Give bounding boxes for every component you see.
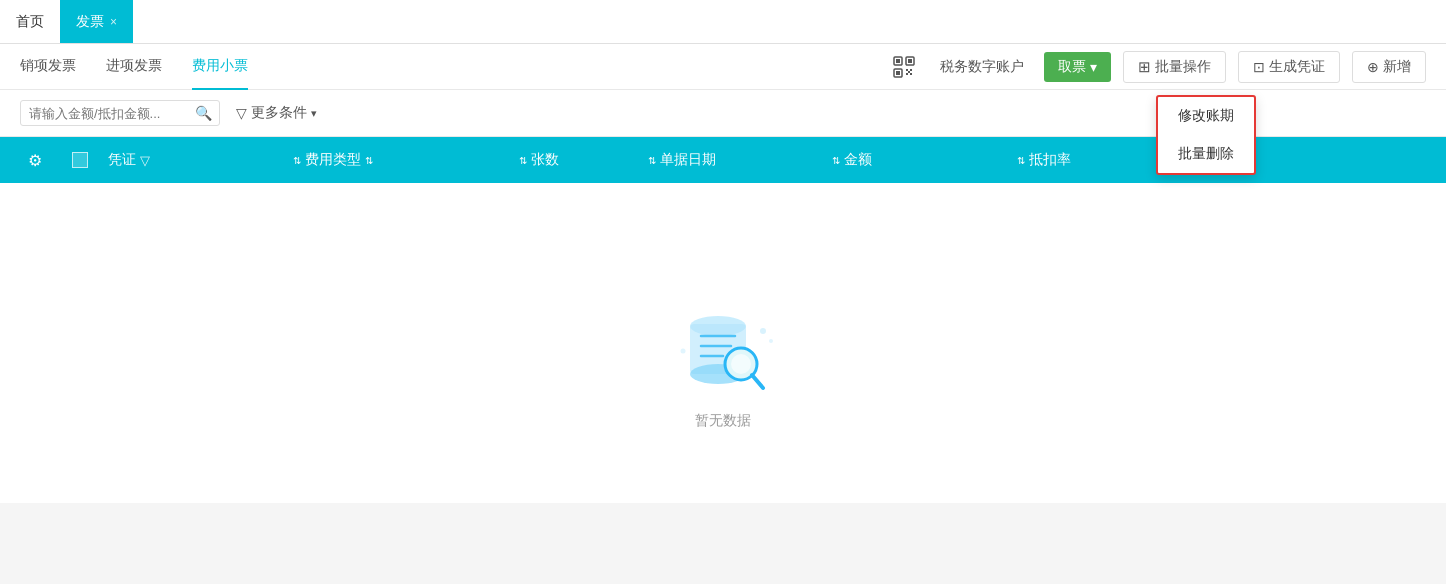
filter-funnel-icon: ▽ bbox=[236, 105, 247, 121]
tab-sales-invoice[interactable]: 销项发票 bbox=[20, 44, 76, 90]
expense-type-sort[interactable]: ⇅ bbox=[365, 155, 373, 166]
date-sort[interactable]: ⇅ bbox=[648, 155, 656, 166]
search-icon: 🔍 bbox=[195, 105, 212, 121]
invoice-tab[interactable]: 发票 × bbox=[60, 0, 133, 43]
svg-rect-9 bbox=[910, 73, 912, 75]
count-sort[interactable]: ⇅ bbox=[519, 155, 527, 166]
gear-icon[interactable]: ⚙ bbox=[28, 151, 42, 170]
search-input-wrap[interactable]: 🔍 bbox=[20, 100, 220, 126]
more-filters-arrow: ▾ bbox=[311, 107, 317, 120]
batch-ops-button[interactable]: ⊞ 批量操作 bbox=[1123, 51, 1226, 83]
th-amount: ⇅ 金额 bbox=[824, 151, 1009, 169]
svg-point-22 bbox=[681, 349, 686, 354]
amount-sort[interactable]: ⇅ bbox=[832, 155, 840, 166]
qr-code-icon[interactable] bbox=[888, 51, 920, 83]
dropdown-modify-period[interactable]: 修改账期 bbox=[1158, 97, 1254, 135]
empty-icon bbox=[663, 296, 783, 396]
svg-rect-6 bbox=[906, 69, 908, 71]
take-ticket-button[interactable]: 取票 ▾ bbox=[1044, 52, 1111, 82]
select-all-checkbox[interactable] bbox=[72, 152, 88, 168]
tax-account-button[interactable]: 税务数字账户 bbox=[932, 58, 1032, 76]
home-tab[interactable]: 首页 bbox=[0, 0, 60, 43]
invoice-tab-label: 发票 bbox=[76, 13, 104, 31]
batch-ops-icon: ⊞ bbox=[1138, 58, 1151, 76]
sub-nav-right: 税务数字账户 取票 ▾ ⊞ 批量操作 ⊡ 生成凭证 ⊕ 新增 修改账期 批量删除 bbox=[888, 51, 1426, 83]
svg-rect-3 bbox=[908, 59, 912, 63]
empty-state-text: 暂无数据 bbox=[695, 412, 751, 430]
batch-ops-dropdown: 修改账期 批量删除 bbox=[1156, 95, 1256, 175]
th-count: ⇅ 张数 bbox=[511, 151, 639, 169]
sub-nav-left: 销项发票 进项发票 费用小票 bbox=[20, 44, 248, 90]
deduct-rate-sort[interactable]: ⇅ bbox=[1017, 155, 1025, 166]
svg-point-20 bbox=[760, 328, 766, 334]
th-settings[interactable]: ⚙ bbox=[10, 151, 60, 170]
tab-input-invoice[interactable]: 进项发票 bbox=[106, 44, 162, 90]
svg-rect-1 bbox=[896, 59, 900, 63]
svg-rect-7 bbox=[910, 69, 912, 71]
top-nav: 首页 发票 × bbox=[0, 0, 1446, 44]
th-date: ⇅ 单据日期 bbox=[640, 151, 825, 169]
svg-point-18 bbox=[731, 354, 751, 374]
gen-voucher-button[interactable]: ⊡ 生成凭证 bbox=[1238, 51, 1340, 83]
gen-voucher-label: 生成凭证 bbox=[1269, 58, 1325, 76]
svg-point-21 bbox=[769, 339, 773, 343]
take-ticket-arrow: ▾ bbox=[1090, 59, 1097, 75]
sort-icon-left: ⇅ bbox=[293, 155, 301, 166]
voucher-filter-icon[interactable]: ▽ bbox=[140, 153, 150, 168]
dropdown-batch-delete[interactable]: 批量删除 bbox=[1158, 135, 1254, 173]
svg-rect-8 bbox=[906, 73, 908, 75]
invoice-tab-close[interactable]: × bbox=[110, 15, 117, 29]
th-voucher: 凭证 ▽ bbox=[100, 151, 285, 169]
take-ticket-label: 取票 bbox=[1058, 58, 1086, 76]
tab-expense-receipt[interactable]: 费用小票 bbox=[192, 44, 248, 90]
add-button[interactable]: ⊕ 新增 bbox=[1352, 51, 1426, 83]
svg-rect-5 bbox=[896, 71, 900, 75]
batch-ops-label: 批量操作 bbox=[1155, 58, 1211, 76]
svg-rect-10 bbox=[908, 71, 910, 73]
empty-state: 暂无数据 bbox=[0, 183, 1446, 503]
add-label: 新增 bbox=[1383, 58, 1411, 76]
more-filters-button[interactable]: ▽ 更多条件 ▾ bbox=[236, 104, 317, 122]
sub-nav: 销项发票 进项发票 费用小票 税务数字账户 bbox=[0, 44, 1446, 90]
search-input[interactable] bbox=[29, 106, 189, 121]
svg-line-19 bbox=[752, 375, 763, 388]
add-icon: ⊕ bbox=[1367, 59, 1379, 75]
th-expense-type: ⇅ 费用类型 ⇅ bbox=[285, 151, 512, 169]
th-checkbox[interactable] bbox=[60, 152, 100, 168]
more-filters-label: 更多条件 bbox=[251, 104, 307, 122]
th-deduct-rate: ⇅ 抵扣率 bbox=[1009, 151, 1165, 169]
gen-voucher-icon: ⊡ bbox=[1253, 59, 1265, 75]
